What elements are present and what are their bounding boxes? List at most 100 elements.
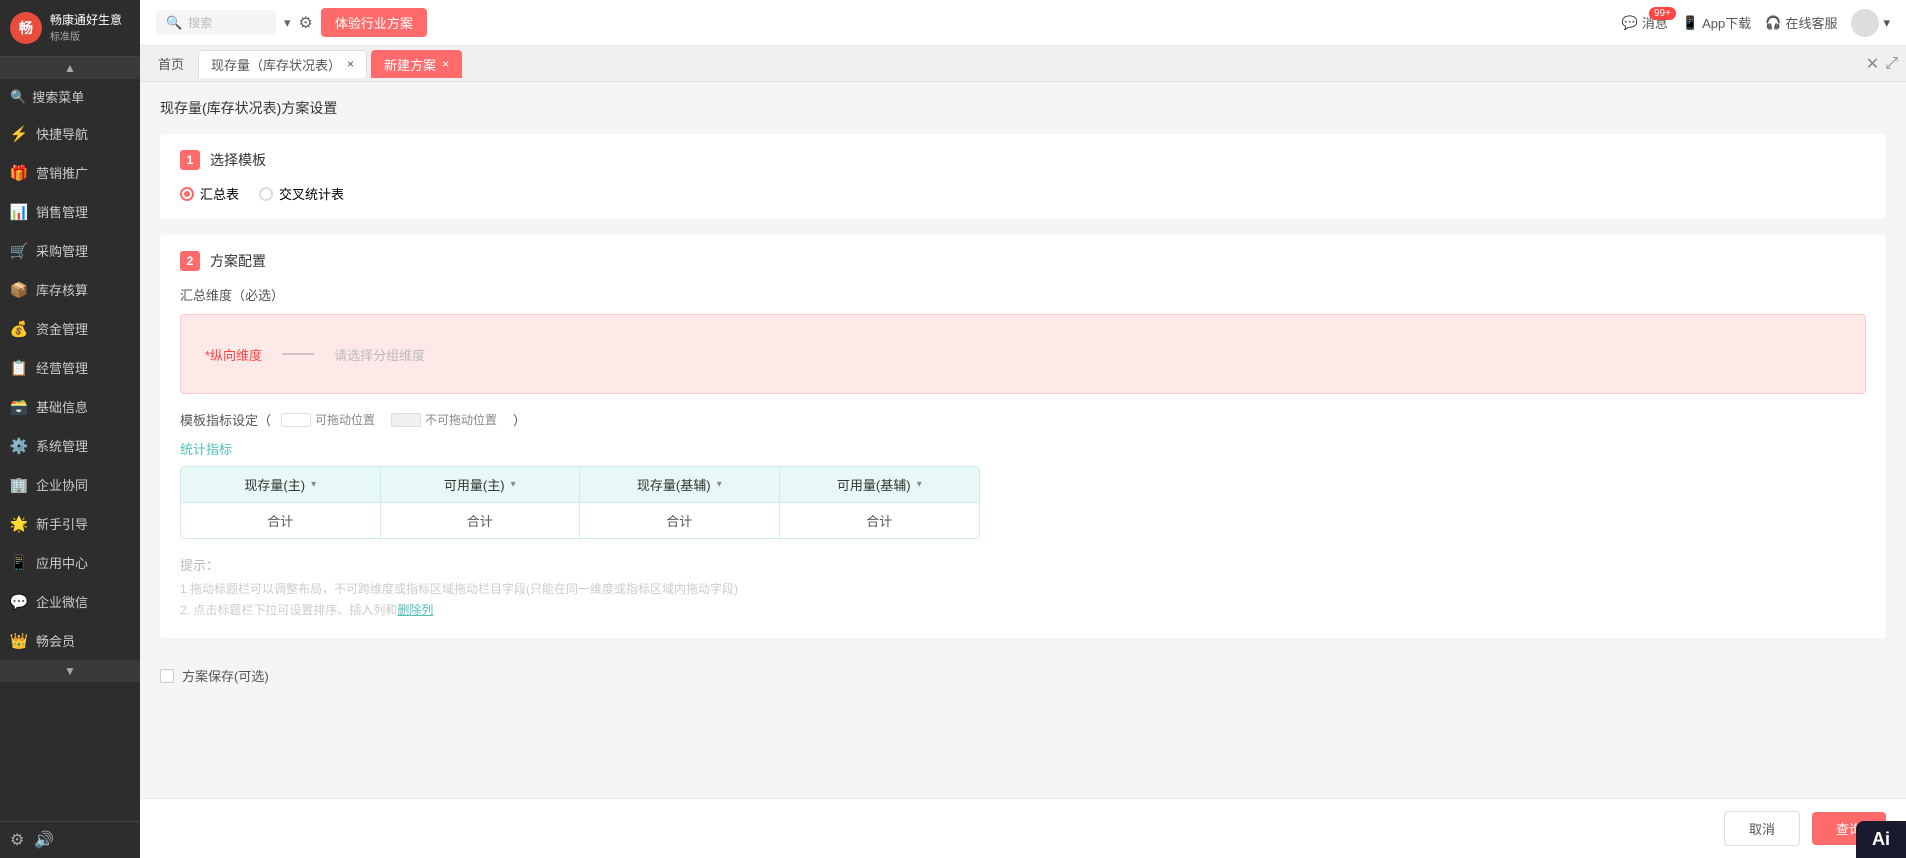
sidebar-item-basic-info[interactable]: 🗃️ 基础信息 (0, 387, 140, 426)
col-header-1[interactable]: 可用量(主) ▾ (381, 467, 581, 502)
logo-icon: 畅 (10, 12, 42, 44)
message-icon: 💬 (1622, 15, 1638, 31)
sidebar-item-wechat[interactable]: 💬 企业微信 (0, 582, 140, 621)
topbar-search-icon: 🔍 (166, 15, 182, 31)
step1-title: 选择模板 (210, 150, 266, 170)
ai-badge[interactable]: Ai (1856, 821, 1906, 858)
tip-item-2: 2. 点击标题栏下拉可设置排序、插入列和删除列 (180, 601, 1866, 618)
legend-draggable: 可拖动位置 (281, 411, 375, 428)
finance-icon: 💰 (10, 320, 28, 338)
sidebar-item-purchase[interactable]: 🛒 采购管理 (0, 231, 140, 270)
col-header-3[interactable]: 可用量(基辅) ▾ (780, 467, 980, 502)
page-title: 现存量(库存状况表)方案设置 (160, 98, 1886, 118)
sidebar-item-quick-nav[interactable]: ⚡ 快捷导航 (0, 114, 140, 153)
trial-industry-button[interactable]: 体验行业方案 (321, 8, 427, 37)
col-header-2[interactable]: 现存量(基辅) ▾ (580, 467, 780, 502)
sidebar-bottom: ⚙ 🔊 (0, 821, 140, 858)
sidebar-item-sales[interactable]: 📊 销售管理 (0, 192, 140, 231)
topbar-search-box[interactable]: 🔍 搜索 (156, 10, 276, 35)
topbar-message-button[interactable]: 💬 消息 99+ (1622, 13, 1668, 32)
table-row: 合计 合计 合计 合计 (181, 502, 979, 538)
tab-expand-button[interactable]: ⤢ (1885, 55, 1898, 73)
inventory-icon: 📦 (10, 281, 28, 299)
indicator-table: 现存量(主) ▾ 可用量(主) ▾ 现存量(基辅) ▾ 可用量(基辅) (180, 466, 980, 539)
radio-summary[interactable] (180, 187, 194, 201)
topbar-app-download[interactable]: 📱 App下载 (1682, 13, 1751, 32)
chevron-down-icon: ▾ (284, 15, 291, 31)
tabs-actions: ✕ ⤢ (1866, 54, 1898, 74)
tab-inventory-status[interactable]: 现存量（库存状况表） × (198, 50, 367, 78)
newbie-icon: 🌟 (10, 515, 28, 533)
step2-title: 方案配置 (210, 251, 266, 271)
wechat-icon: 💬 (10, 593, 28, 611)
topbar-right: 💬 消息 99+ 📱 App下载 🎧 在线客服 ▾ (1622, 9, 1890, 37)
dimension-box[interactable]: *纵向维度 —— 请选择分组维度 (180, 314, 1866, 394)
app-icon: 📱 (1682, 15, 1698, 31)
tab-close-inventory[interactable]: × (347, 57, 354, 71)
save-checkbox[interactable] (160, 669, 174, 683)
indicator-label: 模板指标设定（ 可拖动位置 不可拖动位置 ） (180, 410, 1866, 429)
page-footer: 取消 查询 (140, 798, 1906, 858)
cell-0-0: 合计 (181, 503, 381, 538)
page-content: 现存量(库存状况表)方案设置 1 选择模板 汇总表 交叉统计表 2 (140, 82, 1906, 798)
chevron-down-icon: ▾ (311, 479, 316, 490)
chevron-down-icon: ▾ (917, 479, 922, 490)
sidebar-scroll-down[interactable]: ▼ (0, 660, 140, 682)
sidebar-sound-button[interactable]: 🔊 (34, 830, 54, 850)
operations-icon: 📋 (10, 359, 28, 377)
tips-title: 提示： (180, 555, 1866, 574)
sidebar-item-inventory[interactable]: 📦 库存核算 (0, 270, 140, 309)
step1-header: 1 选择模板 (180, 150, 1866, 170)
tab-close-window-button[interactable]: ✕ (1866, 54, 1879, 74)
sidebar-item-system[interactable]: ⚙️ 系统管理 (0, 426, 140, 465)
sidebar-item-search-menu[interactable]: 🔍 搜索菜单 (0, 79, 140, 114)
delete-link[interactable]: 删除列 (397, 603, 433, 617)
sidebar-settings-button[interactable]: ⚙ (10, 830, 24, 850)
app-center-icon: 📱 (10, 554, 28, 572)
tab-home[interactable]: 首页 (148, 50, 194, 77)
topbar-gear-button[interactable]: ⚙ (299, 13, 313, 33)
cell-0-2: 合计 (580, 503, 780, 538)
sidebar-item-newbie[interactable]: 🌟 新手引导 (0, 504, 140, 543)
dimension-required-text: *纵向维度 (205, 345, 262, 364)
dimension-placeholder: 请选择分组维度 (334, 345, 425, 364)
template-options: 汇总表 交叉统计表 (180, 184, 1866, 203)
sidebar-item-member[interactable]: 👑 畅会员 (0, 621, 140, 660)
tips-section: 提示： 1.拖动标题栏可以调整布局，不可跨维度或指标区域拖动栏目字段(只能在同一… (180, 555, 1866, 618)
sidebar: 畅 畅康通好生意 标准版 ▲ 🔍 搜索菜单 ⚡ 快捷导航 🎁 营销推广 📊 销售… (0, 0, 140, 858)
tab-close-new-scheme[interactable]: × (442, 57, 449, 71)
chevron-down-icon: ▾ (1883, 15, 1890, 31)
sidebar-item-finance[interactable]: 💰 资金管理 (0, 309, 140, 348)
sidebar-item-enterprise[interactable]: 🏢 企业协同 (0, 465, 140, 504)
table-header: 现存量(主) ▾ 可用量(主) ▾ 现存量(基辅) ▾ 可用量(基辅) (181, 467, 979, 502)
enterprise-icon: 🏢 (10, 476, 28, 494)
topbar: 🔍 搜索 ▾ ⚙ 体验行业方案 💬 消息 99+ 📱 App下载 🎧 在线客服 (140, 0, 1906, 46)
topbar-online-service[interactable]: 🎧 在线客服 (1765, 13, 1837, 32)
sidebar-item-app-center[interactable]: 📱 应用中心 (0, 543, 140, 582)
main-content: 🔍 搜索 ▾ ⚙ 体验行业方案 💬 消息 99+ 📱 App下载 🎧 在线客服 (140, 0, 1906, 858)
tab-new-scheme[interactable]: 新建方案 × (371, 50, 462, 78)
tabs-bar: 首页 现存量（库存状况表） × 新建方案 × ✕ ⤢ (140, 46, 1906, 82)
template-option-cross[interactable]: 交叉统计表 (259, 184, 344, 203)
sidebar-item-operations[interactable]: 📋 经营管理 (0, 348, 140, 387)
headset-icon: 🎧 (1765, 15, 1781, 31)
indicator-legend: 可拖动位置 不可拖动位置 ） (281, 410, 526, 429)
topbar-left: 🔍 搜索 ▾ ⚙ 体验行业方案 (156, 8, 1612, 37)
col-header-0[interactable]: 现存量(主) ▾ (181, 467, 381, 502)
template-option-summary[interactable]: 汇总表 (180, 184, 239, 203)
cell-0-1: 合计 (381, 503, 581, 538)
cancel-button[interactable]: 取消 (1724, 811, 1800, 846)
sidebar-logo: 畅 畅康通好生意 标准版 (0, 0, 140, 57)
sidebar-scroll-up[interactable]: ▲ (0, 57, 140, 79)
step2-header: 2 方案配置 (180, 251, 1866, 271)
chevron-down-icon: ▾ (511, 479, 516, 490)
chevron-down-icon: ▾ (717, 479, 722, 490)
quick-nav-icon: ⚡ (10, 125, 28, 143)
sidebar-item-marketing[interactable]: 🎁 营销推广 (0, 153, 140, 192)
topbar-dropdown[interactable]: ▾ (284, 15, 291, 31)
tip-item-1: 1.拖动标题栏可以调整布局，不可跨维度或指标区域拖动栏目字段(只能在同一维度或指… (180, 580, 1866, 597)
stats-title: 统计指标 (180, 439, 1866, 458)
topbar-user-menu[interactable]: ▾ (1851, 9, 1890, 37)
radio-cross[interactable] (259, 187, 273, 201)
dimension-label: 汇总维度（必选） (180, 285, 1866, 304)
